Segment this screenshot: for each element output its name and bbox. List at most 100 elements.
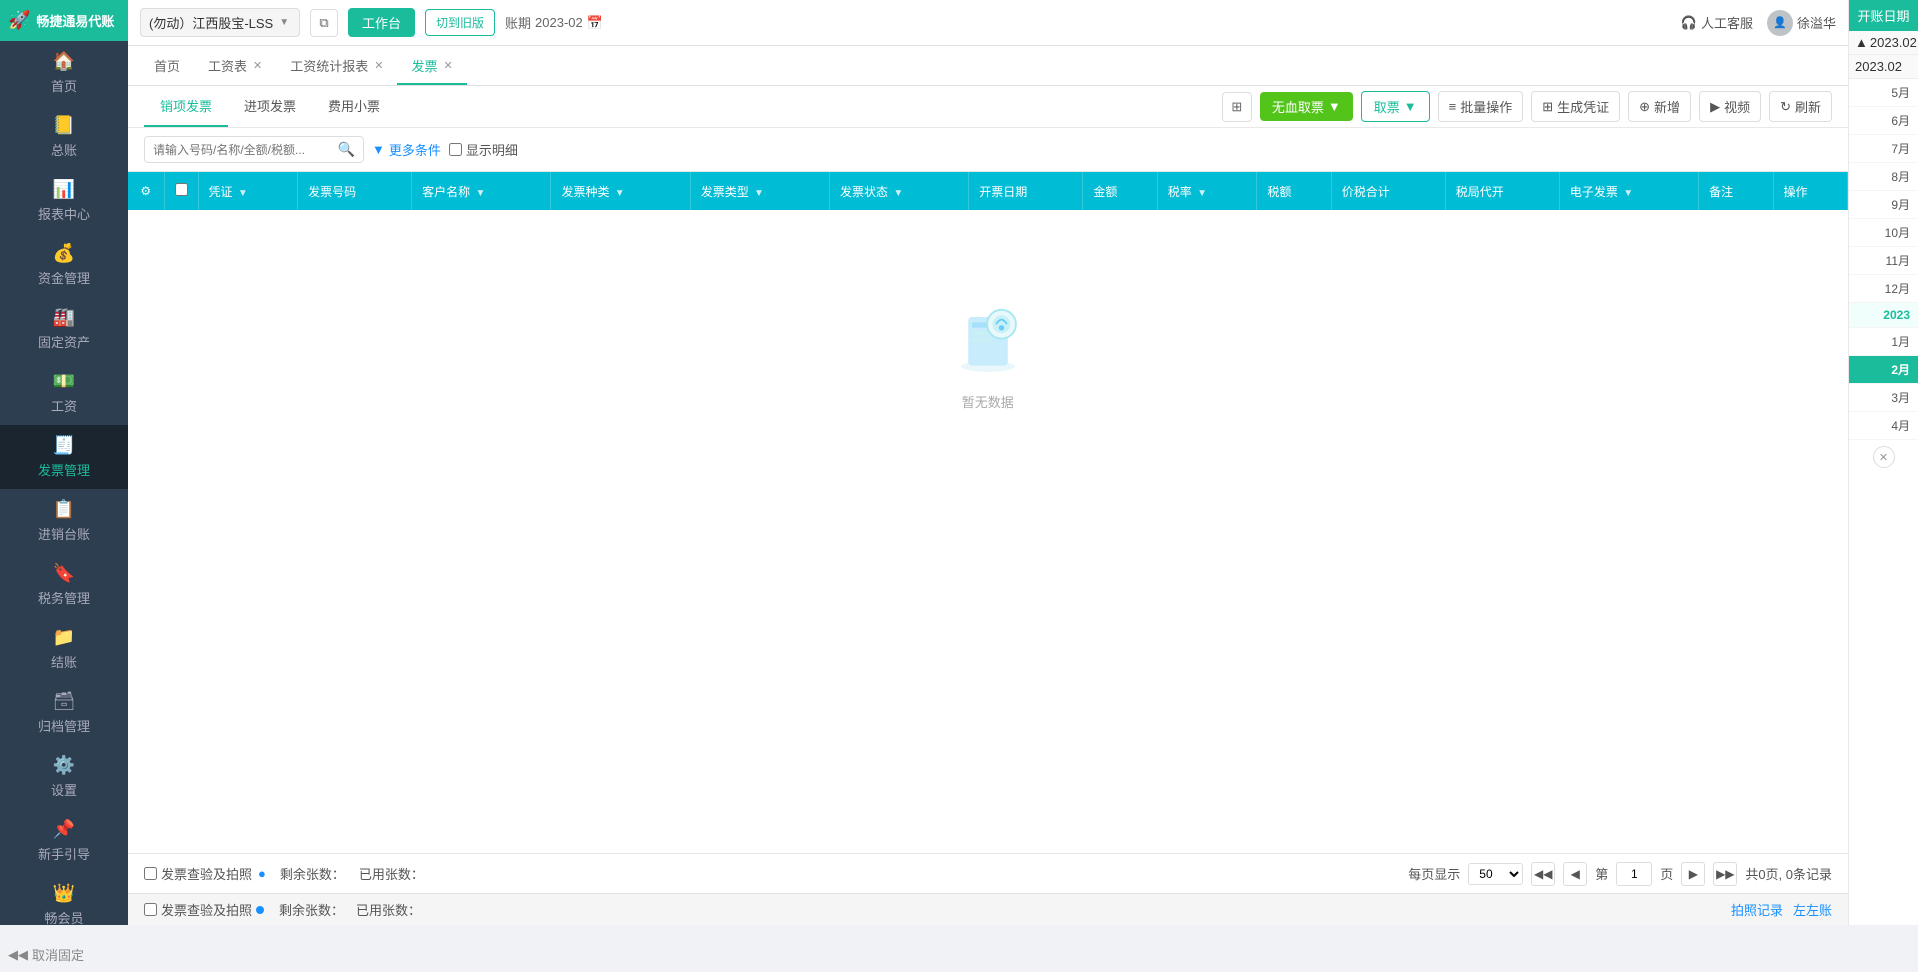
- video-label: 视频: [1724, 97, 1750, 116]
- switch-version-button[interactable]: 切到旧版: [425, 9, 495, 36]
- sidebar-item-总账[interactable]: 📒 总账: [0, 105, 128, 169]
- sidebar-item-发票管理[interactable]: 🧾 发票管理: [0, 425, 128, 489]
- rp-item-4[interactable]: 9月: [1849, 191, 1918, 219]
- rp-item-0[interactable]: 5月: [1849, 79, 1918, 107]
- search-box[interactable]: 🔍: [144, 136, 364, 163]
- rp-item-8[interactable]: 2023: [1849, 303, 1918, 328]
- right-panel-title: 开账日期: [1857, 9, 1909, 24]
- rp-item-5[interactable]: 10月: [1849, 219, 1918, 247]
- first-page-btn[interactable]: ◀◀: [1531, 862, 1555, 886]
- rp-item-9[interactable]: 1月: [1849, 328, 1918, 356]
- sidebar-label-10: 归档管理: [38, 716, 90, 735]
- sidebar-item-首页[interactable]: 🏠 首页: [0, 41, 128, 105]
- workbench-button[interactable]: 工作台: [348, 8, 415, 37]
- batch-op-button[interactable]: ≡ 批量操作: [1438, 91, 1524, 122]
- rp-item-11[interactable]: 3月: [1849, 384, 1918, 412]
- footer-links: 拍照记录 左左账: [1731, 900, 1832, 919]
- sidebar-item-税务管理[interactable]: 🔖 税务管理: [0, 553, 128, 617]
- prev-page-btn[interactable]: ◀: [1563, 862, 1587, 886]
- sidebar-item-设置[interactable]: ⚙️ 设置: [0, 745, 128, 809]
- chevron-down-icon: ▼: [279, 17, 289, 28]
- sidebar-icon-10: 🗃: [53, 691, 76, 712]
- last-page-btn[interactable]: ▶▶: [1713, 862, 1737, 886]
- generate-voucher-button[interactable]: ⊞ 生成凭证: [1531, 91, 1620, 122]
- col-invoice-category: 发票类型 ▼: [690, 172, 829, 210]
- refresh-button[interactable]: ↻ 刷新: [1769, 91, 1832, 122]
- next-page-btn[interactable]: ▶: [1681, 862, 1705, 886]
- sidebar-item-结账[interactable]: 📁 结账: [0, 617, 128, 681]
- toolbar-row: 🔍 ▼ 更多条件 显示明细: [128, 128, 1848, 172]
- company-selector[interactable]: (勿动）江西股宝-LSS ▼: [140, 8, 300, 37]
- subtab-expense-receipt[interactable]: 费用小票: [312, 86, 396, 127]
- col-voucher: 凭证 ▼: [198, 172, 298, 210]
- new-button[interactable]: ⊕ 新增: [1628, 91, 1691, 122]
- close-payroll-tab[interactable]: ✕: [253, 59, 262, 72]
- video-button[interactable]: ▶ 视频: [1699, 91, 1761, 122]
- more-conditions-button[interactable]: ▼ 更多条件: [372, 140, 441, 159]
- page-input[interactable]: [1616, 862, 1652, 886]
- rp-item-1[interactable]: 6月: [1849, 107, 1918, 135]
- rp-close-button[interactable]: ✕: [1873, 446, 1895, 468]
- sidebar-item-固定资产[interactable]: 🏭 固定资产: [0, 297, 128, 361]
- sidebar-item-报表中心[interactable]: 📊 报表中心: [0, 169, 128, 233]
- rp-item-6[interactable]: 11月: [1849, 247, 1918, 275]
- select-all-checkbox[interactable]: [175, 183, 188, 196]
- photo-record-link[interactable]: 拍照记录: [1731, 900, 1783, 919]
- subtabbar: 销项发票 进项发票 费用小票 ⊞ 无血取票 ▼ 取票 ▼ ≡: [128, 86, 1848, 128]
- more-conditions-label: 更多条件: [389, 140, 441, 159]
- sidebar-item-工资[interactable]: 💵 工资: [0, 361, 128, 425]
- sidebar-item-进销台账[interactable]: 📋 进销台账: [0, 489, 128, 553]
- customer-service[interactable]: 🎧 人工客服: [1681, 13, 1753, 32]
- logo-icon: 🚀: [8, 10, 30, 31]
- col-action: 操作: [1773, 172, 1847, 210]
- rp-item-10[interactable]: 2月: [1849, 356, 1918, 384]
- tab-payroll[interactable]: 工资表 ✕: [194, 48, 276, 85]
- subtab-purchase-invoice[interactable]: 进项发票: [228, 86, 312, 127]
- take-ticket-button[interactable]: 取票 ▼: [1361, 91, 1430, 122]
- copy-button[interactable]: ⧉: [310, 9, 338, 37]
- rp-item-12[interactable]: 4月: [1849, 412, 1918, 440]
- status-check-input[interactable]: [144, 903, 157, 916]
- close-payroll-report-tab[interactable]: ✕: [374, 59, 383, 72]
- sidebar-label-2: 报表中心: [38, 204, 90, 223]
- subtab-purchase-label: 进项发票: [244, 99, 296, 114]
- sidebar-label-3: 资金管理: [38, 268, 90, 287]
- sidebar-bottom[interactable]: ◀◀ 取消固定: [0, 937, 128, 972]
- rp-item-2[interactable]: 7月: [1849, 135, 1918, 163]
- rp-item-7[interactable]: 12月: [1849, 275, 1918, 303]
- invoice-table-wrap: ⚙ 凭证 ▼ 发票号码 客户名称 ▼ 发票种类 ▼ 发票类型 ▼ 发票状态 ▼ …: [128, 172, 1848, 853]
- show-detail-checkbox[interactable]: 显示明细: [449, 140, 518, 159]
- detail-checkbox-input[interactable]: [449, 143, 462, 156]
- user-avatar-area[interactable]: 👤 徐溢华: [1767, 10, 1836, 36]
- close-invoice-tab[interactable]: ✕: [444, 59, 453, 72]
- sidebar-item-资金管理[interactable]: 💰 资金管理: [0, 233, 128, 297]
- no-take-ticket-button[interactable]: 无血取票 ▼: [1260, 92, 1353, 121]
- footer-left: 发票查验及拍照 ● 剩余张数： 已用张数：: [144, 864, 424, 883]
- sidebar-label-0: 首页: [51, 76, 77, 95]
- tab-home[interactable]: 首页: [140, 48, 194, 85]
- sidebar-item-归档管理[interactable]: 🗃 归档管理: [0, 681, 128, 745]
- total-text: 共0页, 0条记录: [1745, 864, 1832, 883]
- main-area: (勿动）江西股宝-LSS ▼ ⧉ 工作台 切到旧版 账期 2023-02 📅 🎧…: [128, 0, 1848, 925]
- grid-view-button[interactable]: ⊞: [1222, 92, 1252, 122]
- tab-invoice[interactable]: 发票 ✕: [397, 48, 466, 85]
- col-setting[interactable]: ⚙: [128, 172, 164, 210]
- col-checkbox[interactable]: [164, 172, 198, 210]
- page-size-select[interactable]: 50 100 200: [1468, 863, 1523, 885]
- sidebar-item-畅会员[interactable]: 👑 畅会员: [0, 873, 128, 937]
- tab-payroll-report[interactable]: 工资统计报表 ✕: [276, 48, 397, 85]
- subtab-actions: ⊞ 无血取票 ▼ 取票 ▼ ≡ 批量操作 ⊞ 生成凭证 ⊕: [1222, 91, 1832, 122]
- remaining-label: 剩余张数：: [280, 864, 345, 883]
- pin-icon: ◀◀: [8, 947, 28, 963]
- rp-item-3[interactable]: 8月: [1849, 163, 1918, 191]
- invoice-check-checkbox[interactable]: 发票查验及拍照 ●: [144, 864, 266, 883]
- col-amount: 金额: [1083, 172, 1157, 210]
- status-check-checkbox[interactable]: 发票查验及拍照: [144, 900, 267, 919]
- subtab-sales-invoice[interactable]: 销项发票: [144, 86, 228, 127]
- sidebar-item-新手引导[interactable]: 📌 新手引导: [0, 809, 128, 873]
- right-panel-header[interactable]: 开账日期: [1849, 0, 1918, 31]
- search-input[interactable]: [153, 143, 332, 157]
- mobile-link[interactable]: 左左账: [1793, 900, 1832, 919]
- invoice-check-input[interactable]: [144, 867, 157, 880]
- status-bar: 发票查验及拍照 剩余张数： 已用张数： 拍照记录 左左账: [128, 893, 1848, 925]
